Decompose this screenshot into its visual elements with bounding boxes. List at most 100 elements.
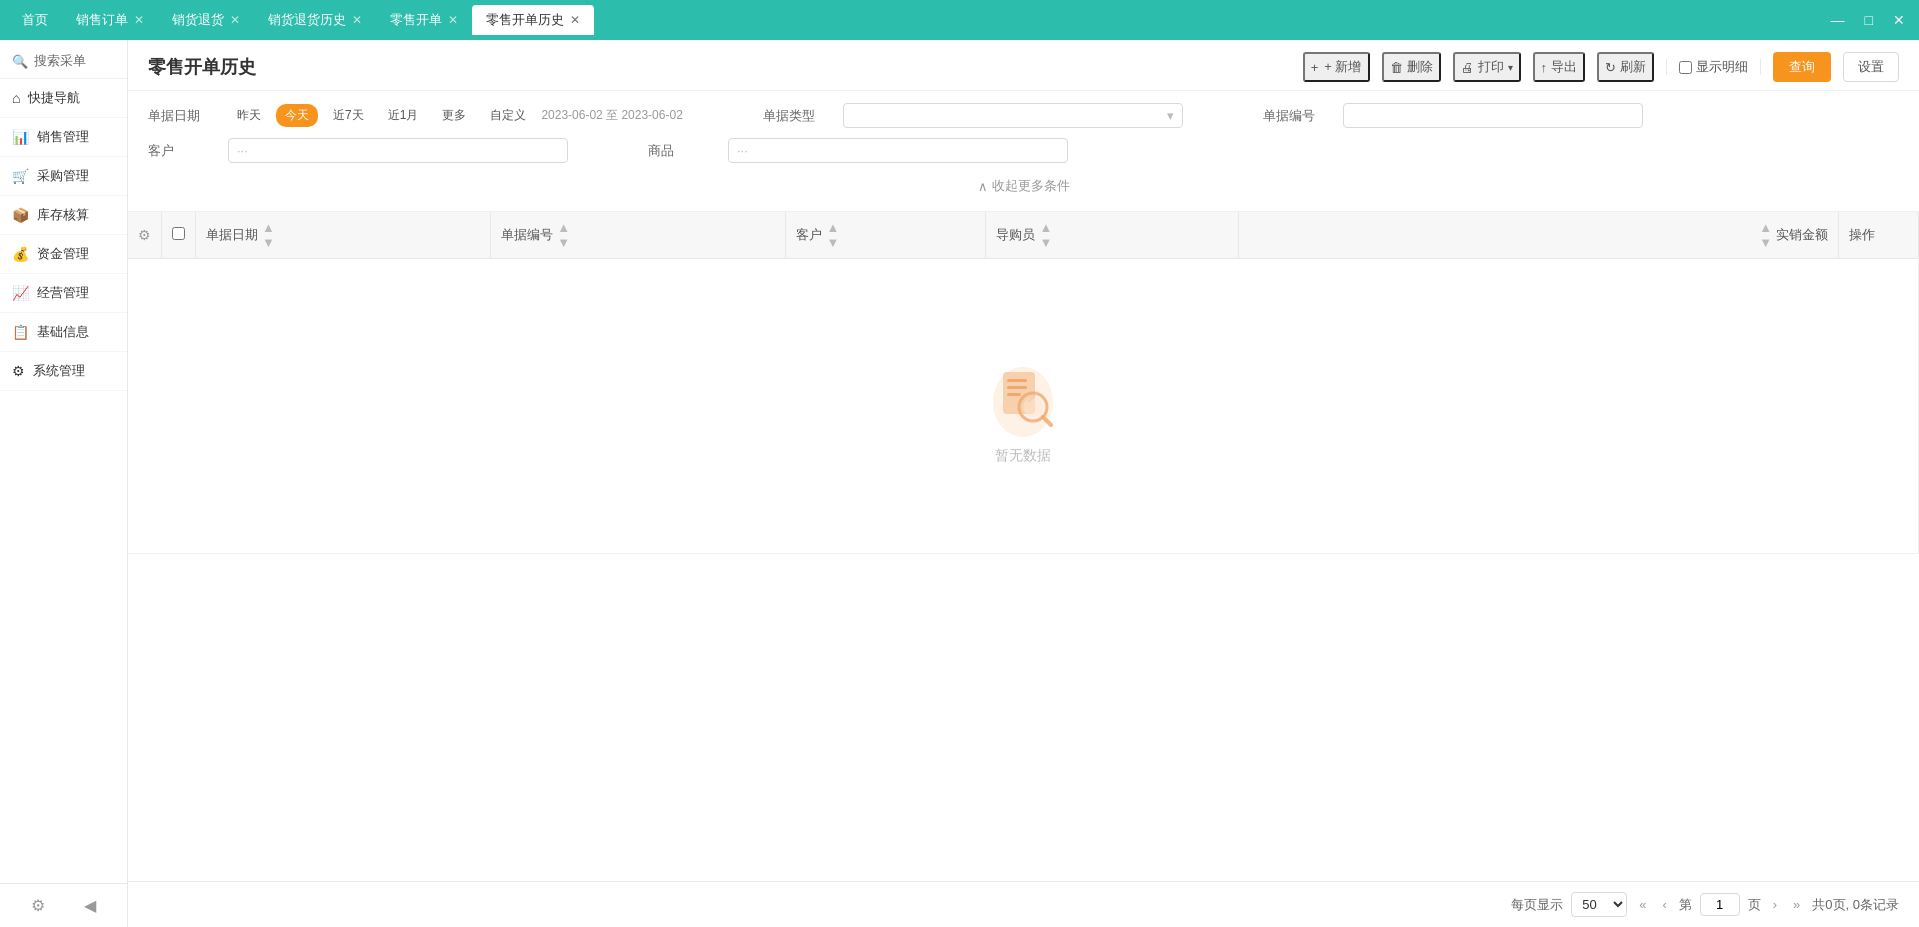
sidebar-item-finance[interactable]: 💰 资金管理	[0, 235, 127, 274]
print-button[interactable]: 🖨 打印 ▾	[1453, 52, 1521, 82]
sidebar-item-basic-info[interactable]: 📋 基础信息	[0, 313, 127, 352]
no-filter-label: 单据编号	[1263, 107, 1323, 125]
svg-point-6	[1023, 397, 1043, 417]
tab-close-retail-order-history[interactable]: ✕	[570, 13, 580, 27]
sidebar-item-inventory[interactable]: 📦 库存核算	[0, 196, 127, 235]
date-btn-more[interactable]: 更多	[433, 104, 475, 127]
window-controls: — □ ✕	[1825, 12, 1911, 28]
sort-arrows-customer[interactable]: ▲▼	[826, 220, 839, 250]
show-detail-label[interactable]: 显示明细	[1679, 58, 1748, 76]
search-icon: 🔍	[12, 54, 28, 69]
sidebar-item-system[interactable]: ⚙ 系统管理	[0, 352, 127, 391]
empty-cell: 暂无数据	[128, 259, 1919, 554]
action-divider2	[1760, 59, 1761, 75]
goods-filter-select[interactable]: ···	[728, 138, 1068, 163]
filter-row-1: 单据日期 昨天 今天 近7天 近1月 更多 自定义 2023-06-02 至 2…	[148, 103, 1899, 128]
column-settings-icon[interactable]: ⚙	[138, 227, 151, 243]
tab-close-sales-return-history[interactable]: ✕	[352, 13, 362, 27]
settings-button[interactable]: 设置	[1843, 52, 1899, 82]
sidebar-collapse-btn[interactable]: ◀	[84, 896, 96, 915]
total-label: 共0页, 0条记录	[1812, 896, 1899, 914]
sidebar-settings-btn[interactable]: ⚙	[31, 896, 45, 915]
tab-sales-return-history[interactable]: 销货退货历史 ✕	[254, 5, 376, 35]
empty-state: 暂无数据	[138, 267, 1908, 545]
tab-close-sales-return[interactable]: ✕	[230, 13, 240, 27]
empty-row: 暂无数据	[128, 259, 1919, 554]
sidebar-item-quick-nav[interactable]: ⌂ 快捷导航	[0, 79, 127, 118]
basic-info-icon: 📋	[12, 324, 29, 340]
tab-retail-order[interactable]: 零售开单 ✕	[376, 5, 472, 35]
window-maximize[interactable]: □	[1859, 12, 1879, 28]
sort-arrows-salesperson[interactable]: ▲▼	[1039, 220, 1052, 250]
sort-arrows-date[interactable]: ▲▼	[262, 220, 275, 250]
customer-filter-label: 客户	[148, 142, 208, 160]
date-btn-1month[interactable]: 近1月	[379, 104, 428, 127]
sales-icon: 📊	[12, 129, 29, 145]
date-filter-label: 单据日期	[148, 107, 208, 125]
sort-arrows-no[interactable]: ▲▼	[557, 220, 570, 250]
sidebar-item-operations[interactable]: 📈 经营管理	[0, 274, 127, 313]
date-btn-7days[interactable]: 近7天	[324, 104, 373, 127]
show-detail-checkbox[interactable]	[1679, 61, 1692, 74]
sort-arrows-amount[interactable]: ▲▼	[1759, 220, 1772, 250]
first-page-btn[interactable]: «	[1635, 895, 1650, 914]
sidebar-item-purchase[interactable]: 🛒 采购管理	[0, 157, 127, 196]
add-button[interactable]: + + 新增	[1303, 52, 1370, 82]
last-page-btn[interactable]: »	[1789, 895, 1804, 914]
data-table: ⚙ 单据日期 ▲▼ 单据编号	[128, 212, 1919, 554]
refresh-button[interactable]: ↻ 刷新	[1597, 52, 1654, 82]
th-amount: ▲▼ 实销金额	[1239, 212, 1839, 259]
print-dropdown-icon: ▾	[1508, 62, 1513, 73]
filter-area: 单据日期 昨天 今天 近7天 近1月 更多 自定义 2023-06-02 至 2…	[128, 91, 1919, 212]
header-actions: + + 新增 🗑 删除 🖨 打印 ▾ ↑ 导出 ↻	[1303, 52, 1899, 82]
date-btn-today[interactable]: 今天	[276, 104, 318, 127]
empty-illustration	[973, 347, 1073, 447]
inventory-icon: 📦	[12, 207, 29, 223]
window-minimize[interactable]: —	[1825, 12, 1851, 28]
sidebar-bottom: ⚙ ◀	[0, 883, 127, 927]
export-button[interactable]: ↑ 导出	[1533, 52, 1586, 82]
per-page-select[interactable]: 50 20 100	[1571, 892, 1627, 917]
page-title: 零售开单历史	[148, 55, 256, 79]
delete-icon: 🗑	[1390, 60, 1403, 75]
query-button[interactable]: 查询	[1773, 52, 1831, 82]
sidebar-search[interactable]: 🔍 搜索采单	[0, 44, 127, 79]
tab-home[interactable]: 首页	[8, 5, 62, 35]
page-suffix: 页	[1748, 896, 1761, 914]
sidebar: 🔍 搜索采单 ⌂ 快捷导航 📊 销售管理 🛒 采购管理 📦 库存核算 💰 资金管…	[0, 40, 128, 927]
content-area: 零售开单历史 + + 新增 🗑 删除 🖨 打印 ▾ ↑ 导出	[128, 40, 1919, 927]
th-customer: 客户 ▲▼	[786, 212, 986, 259]
page-input[interactable]	[1700, 893, 1740, 916]
collapse-bar[interactable]: ∧ 收起更多条件	[148, 173, 1899, 199]
tab-retail-order-history[interactable]: 零售开单历史 ✕	[472, 5, 594, 35]
main-layout: 🔍 搜索采单 ⌂ 快捷导航 📊 销售管理 🛒 采购管理 📦 库存核算 💰 资金管…	[0, 40, 1919, 927]
operations-icon: 📈	[12, 285, 29, 301]
next-page-btn[interactable]: ›	[1769, 895, 1781, 914]
tab-close-retail-order[interactable]: ✕	[448, 13, 458, 27]
th-no: 单据编号 ▲▼	[491, 212, 786, 259]
type-filter-select[interactable]: ▾	[843, 103, 1183, 128]
system-icon: ⚙	[12, 363, 25, 379]
svg-rect-3	[1007, 386, 1027, 389]
select-all-checkbox[interactable]	[172, 227, 185, 240]
finance-icon: 💰	[12, 246, 29, 262]
window-close[interactable]: ✕	[1887, 12, 1911, 28]
th-operation: 操作	[1839, 212, 1919, 259]
pagination-bar: 每页显示 50 20 100 « ‹ 第 页 › » 共0页, 0条记录	[128, 881, 1919, 927]
prev-page-btn[interactable]: ‹	[1658, 895, 1670, 914]
date-btn-yesterday[interactable]: 昨天	[228, 104, 270, 127]
tab-close-sales-order[interactable]: ✕	[134, 13, 144, 27]
per-page-label: 每页显示	[1511, 896, 1563, 914]
collapse-arrow-icon: ∧	[978, 179, 988, 194]
tab-sales-order[interactable]: 销售订单 ✕	[62, 5, 158, 35]
quick-nav-icon: ⌂	[12, 90, 20, 106]
customer-filter-select[interactable]: ···	[228, 138, 568, 163]
table-header: ⚙ 单据日期 ▲▼ 单据编号	[128, 212, 1919, 259]
delete-button[interactable]: 🗑 删除	[1382, 52, 1441, 82]
page-header: 零售开单历史 + + 新增 🗑 删除 🖨 打印 ▾ ↑ 导出	[128, 40, 1919, 91]
sidebar-item-sales[interactable]: 📊 销售管理	[0, 118, 127, 157]
date-btn-custom[interactable]: 自定义	[481, 104, 535, 127]
date-filter-group: 昨天 今天 近7天 近1月 更多 自定义 2023-06-02 至 2023-0…	[228, 104, 683, 127]
no-filter-input[interactable]	[1343, 103, 1643, 128]
tab-sales-return[interactable]: 销货退货 ✕	[158, 5, 254, 35]
